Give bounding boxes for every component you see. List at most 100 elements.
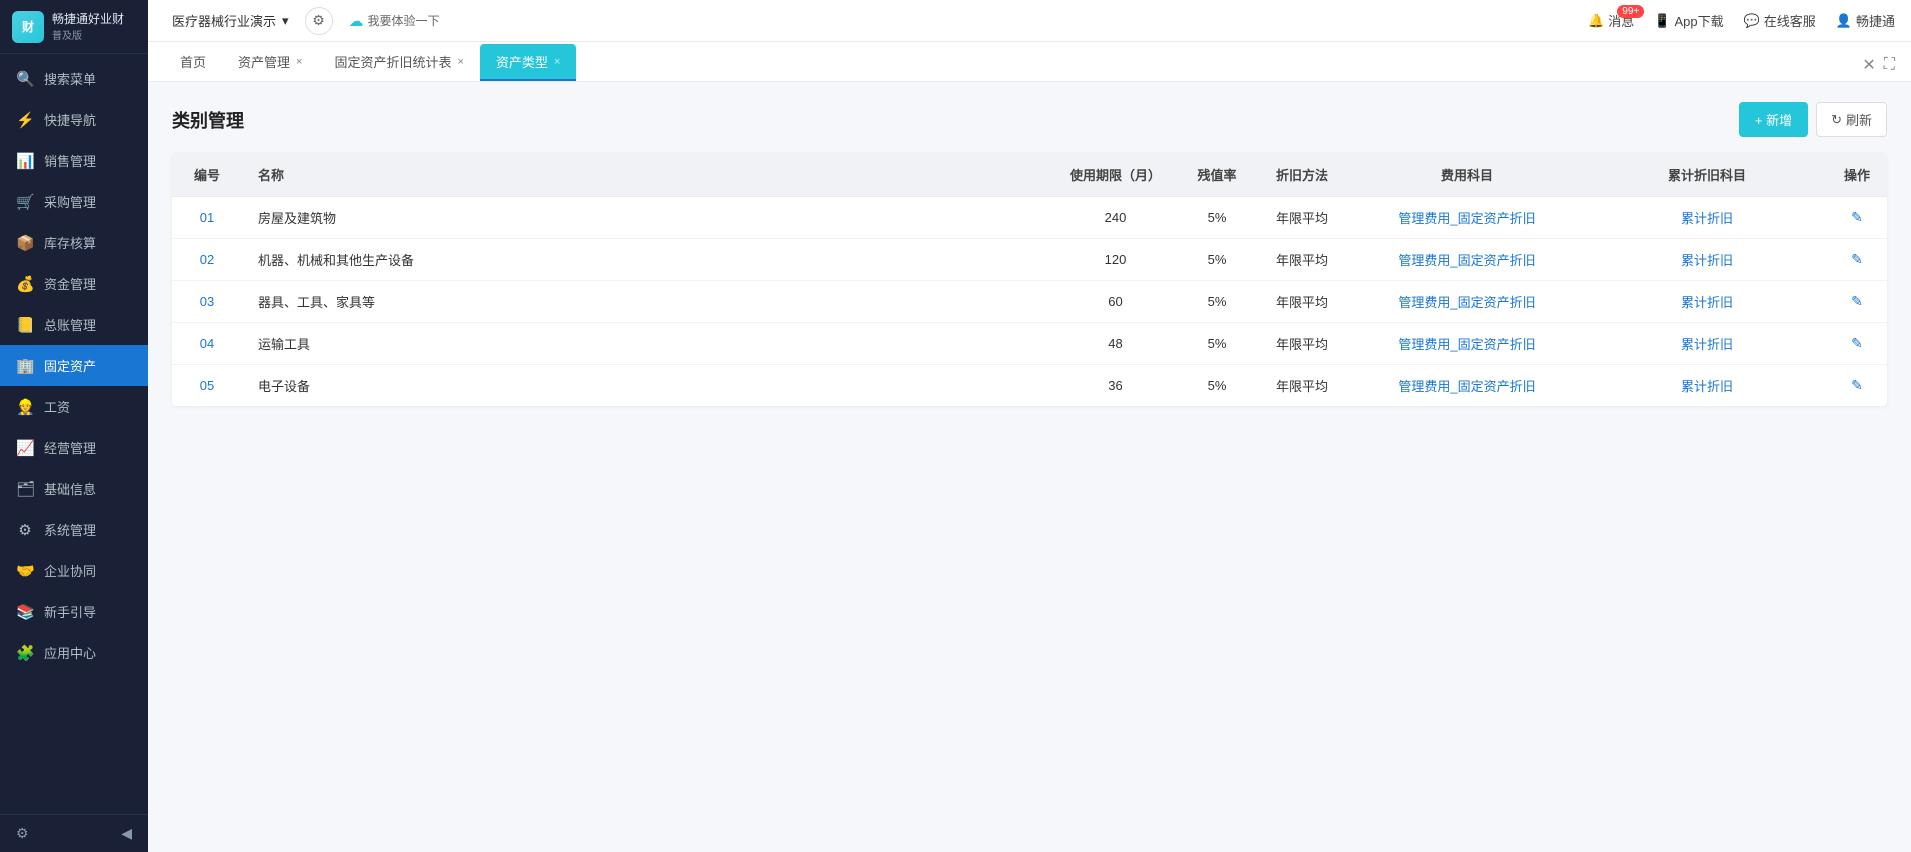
edit-btn-3[interactable]: ✎ bbox=[1851, 335, 1863, 351]
nav-label-5: 资金管理 bbox=[44, 274, 96, 293]
table-row: 03 器具、工具、家具等 60 5% 年限平均 管理费用_固定资产折旧 累计折旧… bbox=[172, 281, 1887, 323]
cell-rate-2: 5% bbox=[1177, 281, 1257, 323]
refresh-button[interactable]: ↻ 刷新 bbox=[1816, 102, 1887, 137]
nav-icon-4: 📦 bbox=[16, 234, 34, 252]
sidebar-item-基础信息[interactable]: 🗂 基础信息 bbox=[0, 468, 148, 509]
refresh-button-label: 刷新 bbox=[1846, 110, 1872, 129]
sidebar-item-搜索菜单[interactable]: 🔍 搜索菜单 bbox=[0, 58, 148, 99]
notifications-badge: 99 bbox=[1617, 5, 1644, 18]
nav-label-6: 总账管理 bbox=[44, 315, 96, 334]
sidebar-item-应用中心[interactable]: 🧩 应用中心 bbox=[0, 632, 148, 673]
tab-home-label: 首页 bbox=[180, 52, 206, 71]
table-body: 01 房屋及建筑物 240 5% 年限平均 管理费用_固定资产折旧 累计折旧 ✎… bbox=[172, 197, 1887, 407]
nav-icon-9: 📈 bbox=[16, 439, 34, 457]
cell-rate-3: 5% bbox=[1177, 323, 1257, 365]
table-row: 01 房屋及建筑物 240 5% 年限平均 管理费用_固定资产折旧 累计折旧 ✎ bbox=[172, 197, 1887, 239]
sidebar-item-固定资产[interactable]: 🏢 固定资产 bbox=[0, 345, 148, 386]
app-selector[interactable]: 医疗器械行业演示 ▾ bbox=[164, 7, 297, 34]
notifications-btn[interactable]: 🔔 消息 99 bbox=[1588, 11, 1634, 30]
sidebar-item-总账管理[interactable]: 📒 总账管理 bbox=[0, 304, 148, 345]
app-selector-label: 医疗器械行业演示 bbox=[172, 11, 276, 30]
cell-rate-4: 5% bbox=[1177, 365, 1257, 407]
topbar-experience[interactable]: ☁ 我要体验一下 bbox=[349, 12, 440, 30]
nav-icon-10: 🗂 bbox=[16, 480, 34, 498]
tab-depreciation-report[interactable]: 固定资产折旧统计表 × bbox=[318, 44, 479, 81]
user-btn[interactable]: 👤 畅捷通 bbox=[1836, 11, 1895, 30]
col-header-method: 折旧方法 bbox=[1257, 153, 1347, 197]
cell-period-4: 36 bbox=[1054, 365, 1177, 407]
cell-action-2: ✎ bbox=[1827, 281, 1887, 323]
user-icon: 👤 bbox=[1836, 13, 1852, 29]
page-header: 类别管理 + 新增 ↻ 刷新 bbox=[172, 102, 1887, 137]
tab-close-window-btn[interactable]: ✕ bbox=[1862, 55, 1875, 75]
tab-expand-btn[interactable]: ⛶ bbox=[1884, 55, 1895, 75]
sidebar-nav: 🔍 搜索菜单 ⚡ 快捷导航 📊 销售管理 🛒 采购管理 📦 库存核算 💰 资金管… bbox=[0, 54, 148, 814]
nav-icon-14: 🧩 bbox=[16, 644, 34, 662]
new-button[interactable]: + 新增 bbox=[1739, 102, 1808, 137]
nav-icon-6: 📒 bbox=[16, 316, 34, 334]
online-service-btn[interactable]: 💬 在线客服 bbox=[1744, 11, 1816, 30]
nav-label-10: 基础信息 bbox=[44, 479, 96, 498]
sidebar-item-销售管理[interactable]: 📊 销售管理 bbox=[0, 140, 148, 181]
cell-accum-1: 累计折旧 bbox=[1587, 239, 1827, 281]
tab-asset-type[interactable]: 资产类型 × bbox=[480, 44, 576, 81]
cell-expense-3: 管理费用_固定资产折旧 bbox=[1347, 323, 1587, 365]
edit-btn-4[interactable]: ✎ bbox=[1851, 377, 1863, 393]
cell-period-1: 120 bbox=[1054, 239, 1177, 281]
sidebar-item-工资[interactable]: 👷 工资 bbox=[0, 386, 148, 427]
cell-code-0: 01 bbox=[172, 197, 242, 239]
sidebar-item-新手引导[interactable]: 📚 新手引导 bbox=[0, 591, 148, 632]
table-row: 02 机器、机械和其他生产设备 120 5% 年限平均 管理费用_固定资产折旧 … bbox=[172, 239, 1887, 281]
sidebar-item-快捷导航[interactable]: ⚡ 快捷导航 bbox=[0, 99, 148, 140]
topbar: 医疗器械行业演示 ▾ ⚙ ☁ 我要体验一下 🔔 消息 99 📱 App下载 💬 … bbox=[148, 0, 1911, 42]
cell-name-4: 电子设备 bbox=[242, 365, 1054, 407]
nav-icon-7: 🏢 bbox=[16, 357, 34, 375]
nav-label-13: 新手引导 bbox=[44, 602, 96, 621]
tab-depreciation-report-label: 固定资产折旧统计表 bbox=[334, 52, 451, 71]
cell-period-2: 60 bbox=[1054, 281, 1177, 323]
sidebar-item-企业协同[interactable]: 🤝 企业协同 bbox=[0, 550, 148, 591]
table-row: 05 电子设备 36 5% 年限平均 管理费用_固定资产折旧 累计折旧 ✎ bbox=[172, 365, 1887, 407]
service-icon: 💬 bbox=[1744, 13, 1760, 29]
sidebar-item-采购管理[interactable]: 🛒 采购管理 bbox=[0, 181, 148, 222]
logo-title: 畅捷通好业财 bbox=[52, 11, 124, 28]
cell-expense-2: 管理费用_固定资产折旧 bbox=[1347, 281, 1587, 323]
edit-btn-2[interactable]: ✎ bbox=[1851, 293, 1863, 309]
topbar-settings-btn[interactable]: ⚙ bbox=[305, 7, 333, 35]
cell-period-0: 240 bbox=[1054, 197, 1177, 239]
app-download-btn[interactable]: 📱 App下载 bbox=[1654, 11, 1723, 30]
content-area: 类别管理 + 新增 ↻ 刷新 编号 名称 使用期限（月） 残值率 折旧方法 bbox=[148, 82, 1911, 852]
col-header-accum: 累计折旧科目 bbox=[1587, 153, 1827, 197]
edit-btn-0[interactable]: ✎ bbox=[1851, 209, 1863, 225]
cell-name-2: 器具、工具、家具等 bbox=[242, 281, 1054, 323]
nav-label-0: 搜索菜单 bbox=[44, 69, 96, 88]
cell-action-0: ✎ bbox=[1827, 197, 1887, 239]
tab-home[interactable]: 首页 bbox=[164, 44, 222, 81]
table-header: 编号 名称 使用期限（月） 残值率 折旧方法 费用科目 累计折旧科目 操作 bbox=[172, 153, 1887, 197]
refresh-icon: ↻ bbox=[1831, 112, 1842, 128]
tab-asset-type-close[interactable]: × bbox=[554, 56, 560, 68]
nav-label-2: 销售管理 bbox=[44, 151, 96, 170]
sidebar-collapse-btn[interactable]: ◀ bbox=[121, 825, 132, 842]
cell-action-3: ✎ bbox=[1827, 323, 1887, 365]
sidebar-item-资金管理[interactable]: 💰 资金管理 bbox=[0, 263, 148, 304]
cloud-icon: ☁ bbox=[349, 12, 364, 30]
cell-method-0: 年限平均 bbox=[1257, 197, 1347, 239]
sidebar-item-库存核算[interactable]: 📦 库存核算 bbox=[0, 222, 148, 263]
sidebar-item-系统管理[interactable]: ⚙ 系统管理 bbox=[0, 509, 148, 550]
bell-icon: 🔔 bbox=[1588, 13, 1604, 29]
sidebar-item-经营管理[interactable]: 📈 经营管理 bbox=[0, 427, 148, 468]
cell-name-3: 运输工具 bbox=[242, 323, 1054, 365]
sidebar-logo: 财 畅捷通好业财 普及版 bbox=[0, 0, 148, 54]
tab-depreciation-report-close[interactable]: × bbox=[457, 56, 463, 68]
cell-expense-0: 管理费用_固定资产折旧 bbox=[1347, 197, 1587, 239]
cell-action-4: ✎ bbox=[1827, 365, 1887, 407]
col-header-name: 名称 bbox=[242, 153, 1054, 197]
edit-btn-1[interactable]: ✎ bbox=[1851, 251, 1863, 267]
tab-asset-management-close[interactable]: × bbox=[296, 56, 302, 68]
sidebar-settings-btn[interactable]: ⚙ bbox=[16, 825, 29, 842]
experience-label: 我要体验一下 bbox=[368, 12, 440, 29]
tab-asset-management[interactable]: 资产管理 × bbox=[222, 44, 318, 81]
cell-accum-4: 累计折旧 bbox=[1587, 365, 1827, 407]
cell-code-2: 03 bbox=[172, 281, 242, 323]
